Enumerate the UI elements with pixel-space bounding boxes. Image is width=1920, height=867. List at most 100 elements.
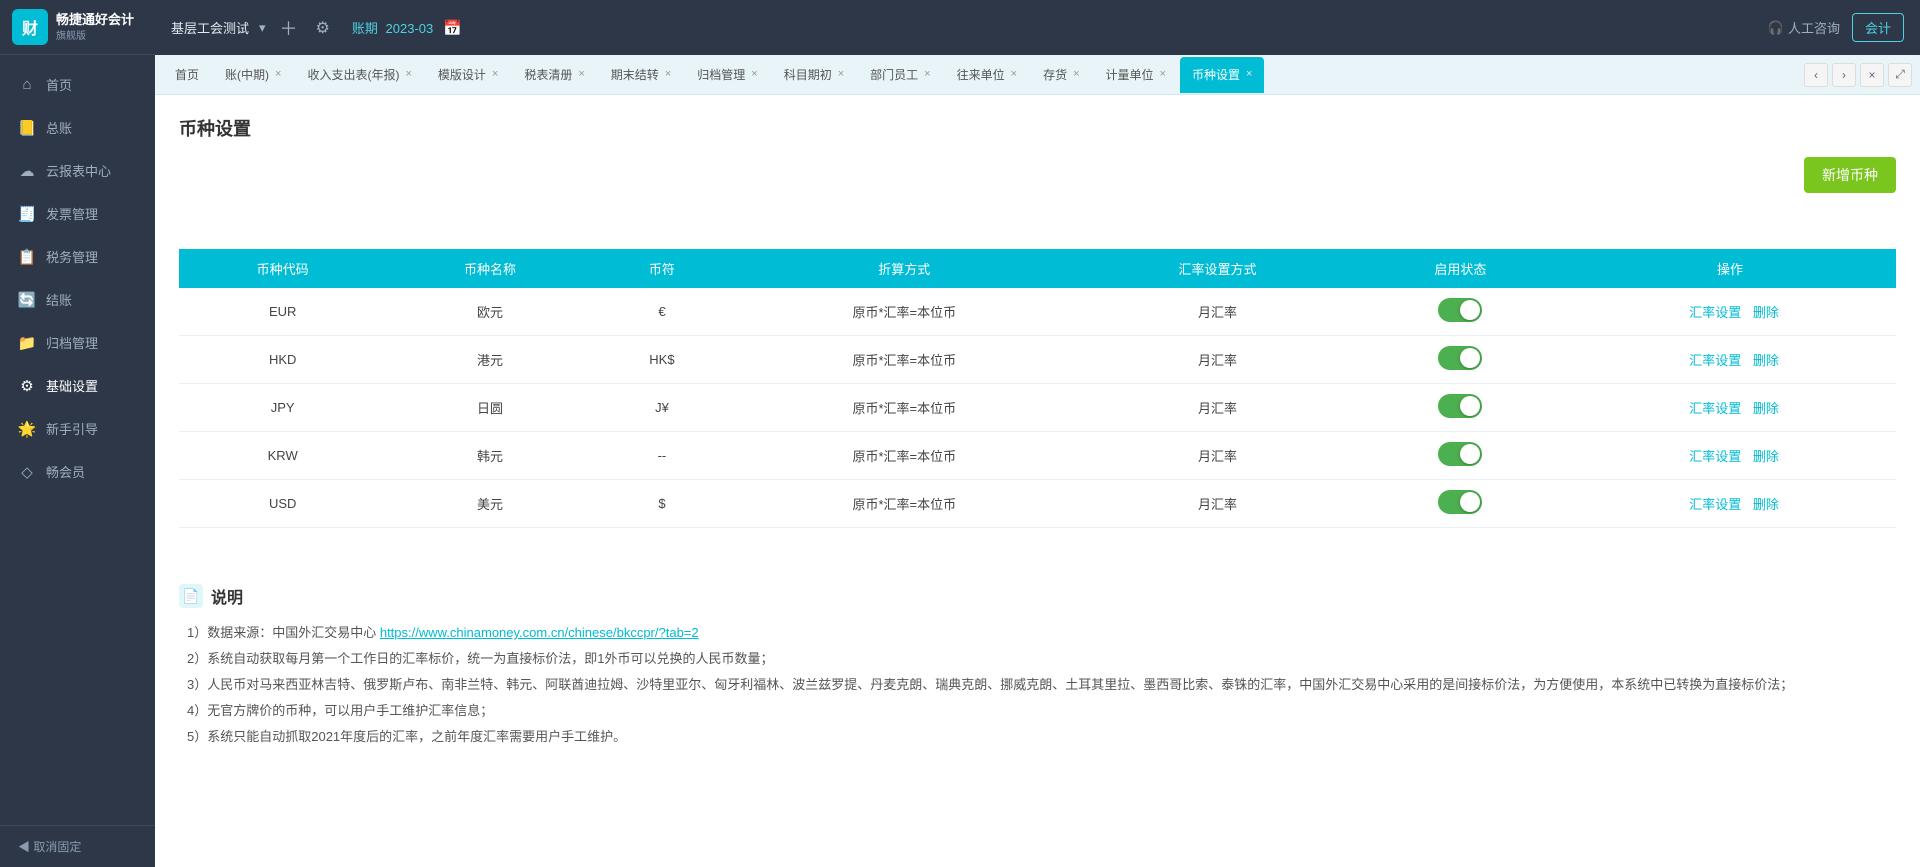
tabbar-nav: ‹ › × ⤢ [1804,63,1912,87]
toggle-thumb-3 [1460,444,1480,464]
main-area: 基层工会测试 ▾ ＋ ⚙ 账期 2023-03 📅 🎧 人工咨询 会计 首页 账… [155,0,1920,867]
cell-symbol-0: € [594,288,730,336]
cell-calc-2: 原币*汇率=本位币 [730,384,1078,432]
cell-symbol-2: J¥ [594,384,730,432]
rate-link-4[interactable]: 汇率设置 [1689,497,1741,512]
tab-close-inventory[interactable]: × [1073,69,1079,80]
tabbar: 首页 账(中期) × 收入支出表(年报) × 模版设计 × 税表清册 × 期末结… [155,55,1920,95]
new-currency-button[interactable]: 新增币种 [1804,157,1896,193]
tab-prev-btn[interactable]: ‹ [1804,63,1828,87]
table-row: JPY 日圆 J¥ 原币*汇率=本位币 月汇率 汇率设置 删除 [179,384,1896,432]
table-row: HKD 港元 HK$ 原币*汇率=本位币 月汇率 汇率设置 删除 [179,336,1896,384]
sidebar-nav: ⌂ 首页 📒 总账 ☁ 云报表中心 🧾 发票管理 📋 税务管理 🔄 结账 📁 归… [0,55,155,825]
toggle-thumb-0 [1460,300,1480,320]
tab-close-income[interactable]: × [405,69,411,80]
toggle-3[interactable] [1438,442,1482,466]
project-dropdown-icon[interactable]: ▾ [259,20,266,36]
tab-currency[interactable]: 币种设置 × [1180,57,1264,93]
tab-label-dept: 部门员工 [870,66,918,83]
tab-next-btn[interactable]: › [1832,63,1856,87]
toggle-2[interactable] [1438,394,1482,418]
cell-symbol-3: -- [594,432,730,480]
sidebar-item-ledger[interactable]: 📒 总账 [0,106,155,149]
rate-link-2[interactable]: 汇率设置 [1689,401,1741,416]
tab-label-unit: 计量单位 [1106,66,1154,83]
tab-period[interactable]: 期末结转 × [599,57,683,93]
delete-link-2[interactable]: 删除 [1753,401,1779,416]
cell-calc-3: 原币*汇率=本位币 [730,432,1078,480]
tab-dept[interactable]: 部门员工 × [858,57,942,93]
cloud-icon: ☁ [18,162,36,180]
notes-item-3: 4）无官方牌价的币种，可以用户手工维护汇率信息； [187,698,1896,724]
toggle-0[interactable] [1438,298,1482,322]
col-status: 启用状态 [1357,249,1564,288]
topbar-period-value: 2023-03 [386,21,434,36]
cell-toggle-0 [1357,288,1564,336]
logo-sub: 旗舰版 [56,27,134,42]
project-name: 基层工会测试 [171,18,249,37]
sidebar-item-home[interactable]: ⌂ 首页 [0,63,155,106]
toggle-1[interactable] [1438,346,1482,370]
cell-toggle-4 [1357,480,1564,528]
tab-close-account[interactable]: × [275,69,281,80]
cell-actions-2: 汇率设置 删除 [1564,384,1896,432]
tab-close-currency[interactable]: × [1246,69,1252,80]
delete-link-4[interactable]: 删除 [1753,497,1779,512]
tab-close-all-btn[interactable]: × [1860,63,1884,87]
tab-expand-btn[interactable]: ⤢ [1888,63,1912,87]
tab-account[interactable]: 账(中期) × [213,57,293,93]
tab-archive[interactable]: 归档管理 × [685,57,769,93]
tab-label-archive: 归档管理 [697,66,745,83]
sidebar-item-tax[interactable]: 📋 税务管理 [0,235,155,278]
notes-list: 1）数据来源：中国外汇交易中心 https://www.chinamoney.c… [179,620,1896,750]
tab-tax[interactable]: 税表清册 × [512,57,596,93]
sidebar-item-guide[interactable]: 🌟 新手引导 [0,407,155,450]
sidebar-footer[interactable]: ◀ 取消固定 [0,825,155,867]
notes-link[interactable]: https://www.chinamoney.com.cn/chinese/bk… [380,625,699,640]
tab-inventory[interactable]: 存货 × [1031,57,1091,93]
notes-section: 📄 说明 1）数据来源：中国外汇交易中心 https://www.chinamo… [179,568,1896,766]
tab-subject[interactable]: 科目期初 × [772,57,856,93]
topbar-project: 基层工会测试 [171,18,249,37]
toggle-thumb-2 [1460,396,1480,416]
rate-link-3[interactable]: 汇率设置 [1689,449,1741,464]
sidebar-item-settings[interactable]: ⚙ 基础设置 [0,364,155,407]
delete-link-0[interactable]: 删除 [1753,305,1779,320]
tab-home[interactable]: 首页 [163,57,211,93]
delete-link-3[interactable]: 删除 [1753,449,1779,464]
col-calc: 折算方式 [730,249,1078,288]
rate-link-0[interactable]: 汇率设置 [1689,305,1741,320]
sidebar-item-reports[interactable]: ☁ 云报表中心 [0,149,155,192]
calendar-icon[interactable]: 📅 [443,19,462,37]
user-button[interactable]: 会计 [1852,13,1904,42]
tab-income[interactable]: 收入支出表(年报) × [295,57,423,93]
invoice-icon: 🧾 [18,205,36,223]
tab-close-template[interactable]: × [492,69,498,80]
tab-close-unit[interactable]: × [1160,69,1166,80]
tab-unit[interactable]: 计量单位 × [1094,57,1178,93]
tab-close-tax[interactable]: × [578,69,584,80]
sidebar-label-home: 首页 [46,75,72,94]
tab-partner[interactable]: 往来单位 × [945,57,1029,93]
notes-item-4: 5）系统只能自动抓取2021年度后的汇率，之前年度汇率需要用户手工维护。 [187,724,1896,750]
sidebar-footer-label: ◀ 取消固定 [18,838,81,855]
tab-close-period[interactable]: × [665,69,671,80]
archive-icon: 📁 [18,334,36,352]
tab-close-partner[interactable]: × [1011,69,1017,80]
rate-link-1[interactable]: 汇率设置 [1689,353,1741,368]
tab-close-dept[interactable]: × [924,69,930,80]
cell-rate-4: 月汇率 [1078,480,1356,528]
delete-link-1[interactable]: 删除 [1753,353,1779,368]
sidebar-item-member[interactable]: ◇ 畅会员 [0,450,155,493]
sidebar-item-checkout[interactable]: 🔄 结账 [0,278,155,321]
tab-template[interactable]: 模版设计 × [426,57,510,93]
cell-code-3: KRW [179,432,386,480]
tab-close-subject[interactable]: × [838,69,844,80]
toggle-4[interactable] [1438,490,1482,514]
help-btn[interactable]: 🎧 人工咨询 [1768,18,1840,37]
topbar-settings-icon[interactable]: ⚙ [312,14,334,42]
sidebar-item-invoice[interactable]: 🧾 发票管理 [0,192,155,235]
add-project-btn[interactable]: ＋ [276,11,302,45]
sidebar-item-archive[interactable]: 📁 归档管理 [0,321,155,364]
tab-close-archive[interactable]: × [751,69,757,80]
